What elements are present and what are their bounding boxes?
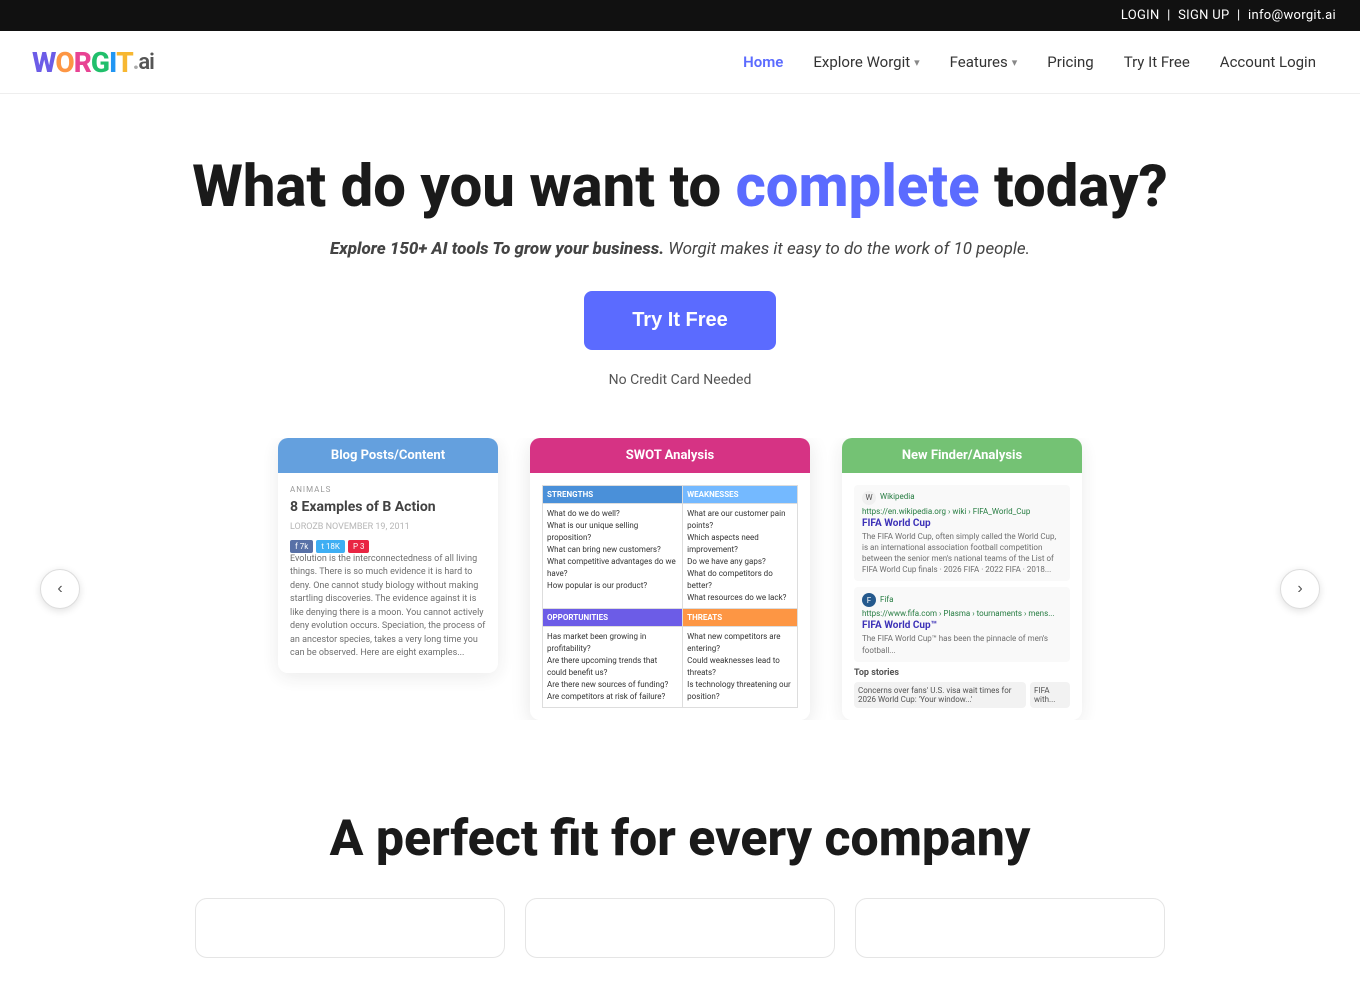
blog-card-body: ANIMALS 8 Examples of B Action LOROZB NO… <box>278 473 498 673</box>
blog-text: Evolution is the interconnectedness of a… <box>290 553 486 661</box>
fit-card-3 <box>855 898 1165 958</box>
hero-section: What do you want to complete today? Expl… <box>0 94 1360 418</box>
nav-features[interactable]: Features ▾ <box>938 45 1030 79</box>
swot-weaknesses-content: What are our customer pain points?Which … <box>683 503 798 608</box>
swot-card-body: STRENGTHS WEAKNESSES What do we do well?… <box>530 473 810 720</box>
top-stories-label: Top stories <box>854 668 1070 678</box>
nav-try-free[interactable]: Try It Free <box>1112 45 1202 79</box>
swot-opportunities-content: Has market been growing in profitability… <box>543 626 683 707</box>
wikipedia-url: https://en.wikipedia.org › wiki › FIFA_W… <box>862 507 1062 516</box>
carousel-card-finder: New Finder/Analysis W Wikipedia https://… <box>842 438 1082 720</box>
logo-w: W <box>32 46 55 79</box>
carousel-container: Blog Posts/Content ANIMALS 8 Examples of… <box>130 438 1230 720</box>
logo[interactable]: WORGIT.ai <box>32 46 154 79</box>
tweet-share-btn[interactable]: t 18K <box>316 540 345 553</box>
pipe2: | <box>1237 8 1244 23</box>
blog-title: 8 Examples of B Action <box>290 498 486 516</box>
carousel-card-swot: SWOT Analysis STRENGTHS WEAKNESSES What … <box>530 438 810 720</box>
hero-headline-complete: complete <box>736 153 980 221</box>
signup-link[interactable]: SIGN UP <box>1178 8 1229 23</box>
wikipedia-name: Wikipedia <box>880 492 915 501</box>
hero-subtitle-bold: Explore 150+ AI tools To grow your busin… <box>330 239 664 259</box>
fifa-text: The FIFA World Cup™ has been the pinnacl… <box>862 633 1062 655</box>
logo-i: I <box>109 46 116 79</box>
fifa-icon: F <box>862 593 876 607</box>
navbar: WORGIT.ai Home Explore Worgit ▾ Features… <box>0 31 1360 94</box>
hero-headline-after: today? <box>994 153 1168 221</box>
carousel-prev-button[interactable]: ‹ <box>40 569 80 609</box>
carousel-section: ‹ Blog Posts/Content ANIMALS 8 Examples … <box>0 418 1360 760</box>
hero-headline: What do you want to complete today? <box>20 154 1340 221</box>
fit-card-2 <box>525 898 835 958</box>
fit-card-1 <box>195 898 505 958</box>
nav-account-login[interactable]: Account Login <box>1208 45 1328 79</box>
fifa-url: https://www.fifa.com › Plasma › tourname… <box>862 609 1062 618</box>
swot-card-header: SWOT Analysis <box>530 438 810 473</box>
logo-ai: ai <box>138 50 154 75</box>
email-link[interactable]: info@worgit.ai <box>1248 8 1336 23</box>
hero-cta-button[interactable]: Try It Free <box>584 291 776 350</box>
fifa-name: Fifa <box>880 595 894 604</box>
top-bar: LOGIN | SIGN UP | info@worgit.ai <box>0 0 1360 31</box>
hero-subtitle-rest: Worgit makes it easy to do the work of 1… <box>664 239 1030 259</box>
logo-o: O <box>55 46 73 79</box>
logo-t: T <box>116 46 133 79</box>
perfect-fit-heading: A perfect fit for every company <box>20 810 1340 868</box>
blog-tag: ANIMALS <box>290 485 486 494</box>
finder-result-wikipedia: W Wikipedia https://en.wikipedia.org › w… <box>854 485 1070 582</box>
login-link[interactable]: LOGIN <box>1121 8 1160 23</box>
wikipedia-title: FIFA World Cup <box>862 518 1062 529</box>
chevron-down-icon: ▾ <box>1012 56 1018 69</box>
swot-threats-content: What new competitors are entering?Could … <box>683 626 798 707</box>
story2: FIFA with... <box>1030 682 1070 708</box>
swot-strengths-header: STRENGTHS <box>543 485 683 503</box>
wikipedia-text: The FIFA World Cup, often simply called … <box>862 531 1062 576</box>
fit-cards-row <box>20 898 1340 958</box>
story1: Concerns over fans' U.S. visa wait times… <box>854 682 1026 708</box>
pin-share-btn[interactable]: P 3 <box>348 540 370 553</box>
hero-subtitle: Explore 150+ AI tools To grow your busin… <box>20 239 1340 259</box>
nav-links: Home Explore Worgit ▾ Features ▾ Pricing… <box>731 45 1328 79</box>
blog-share-buttons: f 7k t 18K P 3 <box>290 540 486 553</box>
logo-g: G <box>91 46 109 79</box>
carousel-next-button[interactable]: › <box>1280 569 1320 609</box>
nav-explore[interactable]: Explore Worgit ▾ <box>801 45 931 79</box>
finder-card-body: W Wikipedia https://en.wikipedia.org › w… <box>842 473 1082 720</box>
blog-card-header: Blog Posts/Content <box>278 438 498 473</box>
blog-meta: LOROZB NOVEMBER 19, 2011 <box>290 522 486 532</box>
logo-r: R <box>74 46 91 79</box>
pipe1: | <box>1167 8 1174 23</box>
facebook-share-btn[interactable]: f 7k <box>290 540 313 553</box>
swot-strengths-content: What do we do well?What is our unique se… <box>543 503 683 608</box>
chevron-down-icon: ▾ <box>914 56 920 69</box>
top-stories-row: Concerns over fans' U.S. visa wait times… <box>854 682 1070 708</box>
swot-opportunities-header: OPPORTUNITIES <box>543 608 683 626</box>
swot-threats-header: THREATS <box>683 608 798 626</box>
finder-card-header: New Finder/Analysis <box>842 438 1082 473</box>
perfect-fit-section: A perfect fit for every company <box>0 760 1360 988</box>
finder-result-fifa: F Fifa https://www.fifa.com › Plasma › t… <box>854 587 1070 661</box>
swot-weaknesses-header: WEAKNESSES <box>683 485 798 503</box>
wikipedia-icon: W <box>862 491 876 505</box>
fifa-title: FIFA World Cup™ <box>862 620 1062 631</box>
carousel-card-blog: Blog Posts/Content ANIMALS 8 Examples of… <box>278 438 498 673</box>
no-credit-card-text: No Credit Card Needed <box>20 372 1340 388</box>
nav-home[interactable]: Home <box>731 45 795 79</box>
swot-table: STRENGTHS WEAKNESSES What do we do well?… <box>542 485 798 708</box>
nav-pricing[interactable]: Pricing <box>1035 45 1105 79</box>
hero-headline-before: What do you want to <box>192 153 721 221</box>
